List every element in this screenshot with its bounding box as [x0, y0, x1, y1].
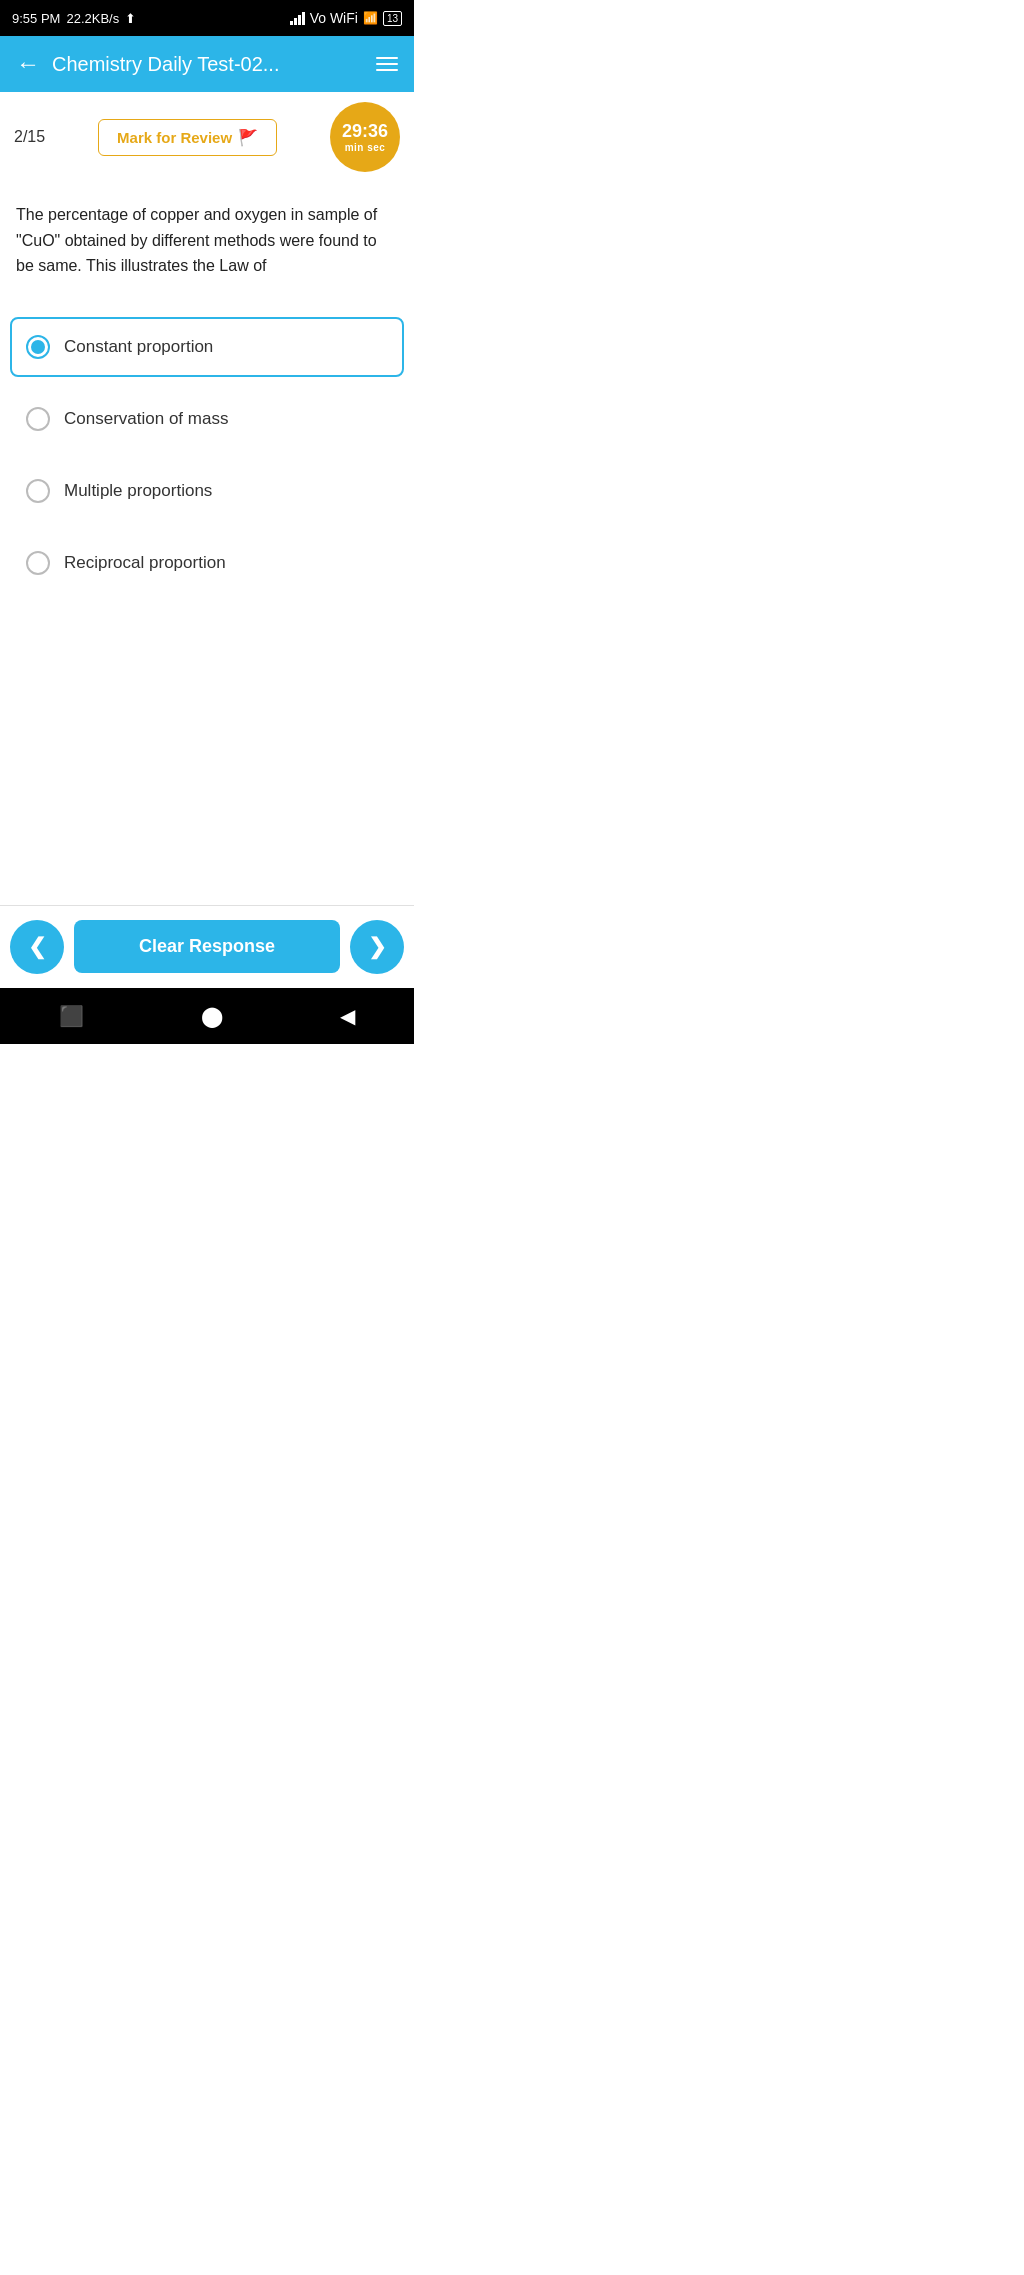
question-counter: 2/15	[14, 128, 45, 146]
wifi-signal-icon: 📶	[363, 11, 378, 25]
option-c[interactable]: Multiple proportions	[10, 461, 404, 521]
android-square-icon[interactable]: ⬛	[59, 1004, 84, 1028]
radio-inner-a	[31, 340, 45, 354]
wifi-icon: Vo WiFi	[310, 10, 358, 26]
android-nav-bar: ⬛ ⬤ ◀	[0, 988, 414, 1044]
option-d-text: Reciprocal proportion	[64, 553, 226, 573]
menu-line-1	[376, 57, 398, 59]
back-button[interactable]: ←	[16, 50, 40, 78]
flag-icon: 🚩	[238, 128, 258, 147]
question-text: The percentage of copper and oxygen in s…	[16, 202, 398, 279]
status-bar: 9:55 PM 22.2KB/s ⬆ Vo WiFi 📶 13	[0, 0, 414, 36]
header: ← Chemistry Daily Test-02...	[0, 36, 414, 92]
status-time: 9:55 PM	[12, 11, 60, 26]
option-a[interactable]: Constant proportion	[10, 317, 404, 377]
spacer	[0, 605, 414, 905]
status-left: 9:55 PM 22.2KB/s ⬆	[12, 11, 136, 26]
menu-line-3	[376, 69, 398, 71]
sub-header: 2/15 Mark for Review 🚩 29:36 min sec	[0, 92, 414, 182]
option-c-text: Multiple proportions	[64, 481, 212, 501]
timer-label: min sec	[345, 142, 386, 153]
option-b[interactable]: Conservation of mass	[10, 389, 404, 449]
next-icon: ❯	[368, 934, 386, 960]
menu-button[interactable]	[376, 57, 398, 71]
radio-c	[26, 479, 50, 503]
prev-button[interactable]: ❮	[10, 920, 64, 974]
radio-a	[26, 335, 50, 359]
mark-for-review-button[interactable]: Mark for Review 🚩	[98, 119, 277, 156]
android-home-icon[interactable]: ⬤	[201, 1004, 223, 1028]
clear-response-button[interactable]: Clear Response	[74, 920, 340, 973]
option-b-text: Conservation of mass	[64, 409, 228, 429]
prev-icon: ❮	[28, 934, 46, 960]
header-title: Chemistry Daily Test-02...	[52, 53, 376, 76]
question-area: The percentage of copper and oxygen in s…	[0, 182, 414, 317]
radio-b	[26, 407, 50, 431]
mark-review-label: Mark for Review	[117, 129, 232, 146]
options-container: Constant proportion Conservation of mass…	[0, 317, 414, 605]
bottom-nav: ❮ Clear Response ❯	[0, 906, 414, 988]
timer-time: 29:36	[342, 121, 388, 143]
signal-icon	[290, 12, 305, 25]
battery-icon: 13	[383, 11, 402, 26]
network-icon: ⬆	[125, 11, 136, 26]
option-d[interactable]: Reciprocal proportion	[10, 533, 404, 593]
network-speed: 22.2KB/s	[66, 11, 119, 26]
menu-line-2	[376, 63, 398, 65]
next-button[interactable]: ❯	[350, 920, 404, 974]
status-right: Vo WiFi 📶 13	[290, 10, 402, 26]
radio-d	[26, 551, 50, 575]
android-back-icon[interactable]: ◀	[340, 1004, 355, 1028]
option-a-text: Constant proportion	[64, 337, 213, 357]
timer-circle: 29:36 min sec	[330, 102, 400, 172]
